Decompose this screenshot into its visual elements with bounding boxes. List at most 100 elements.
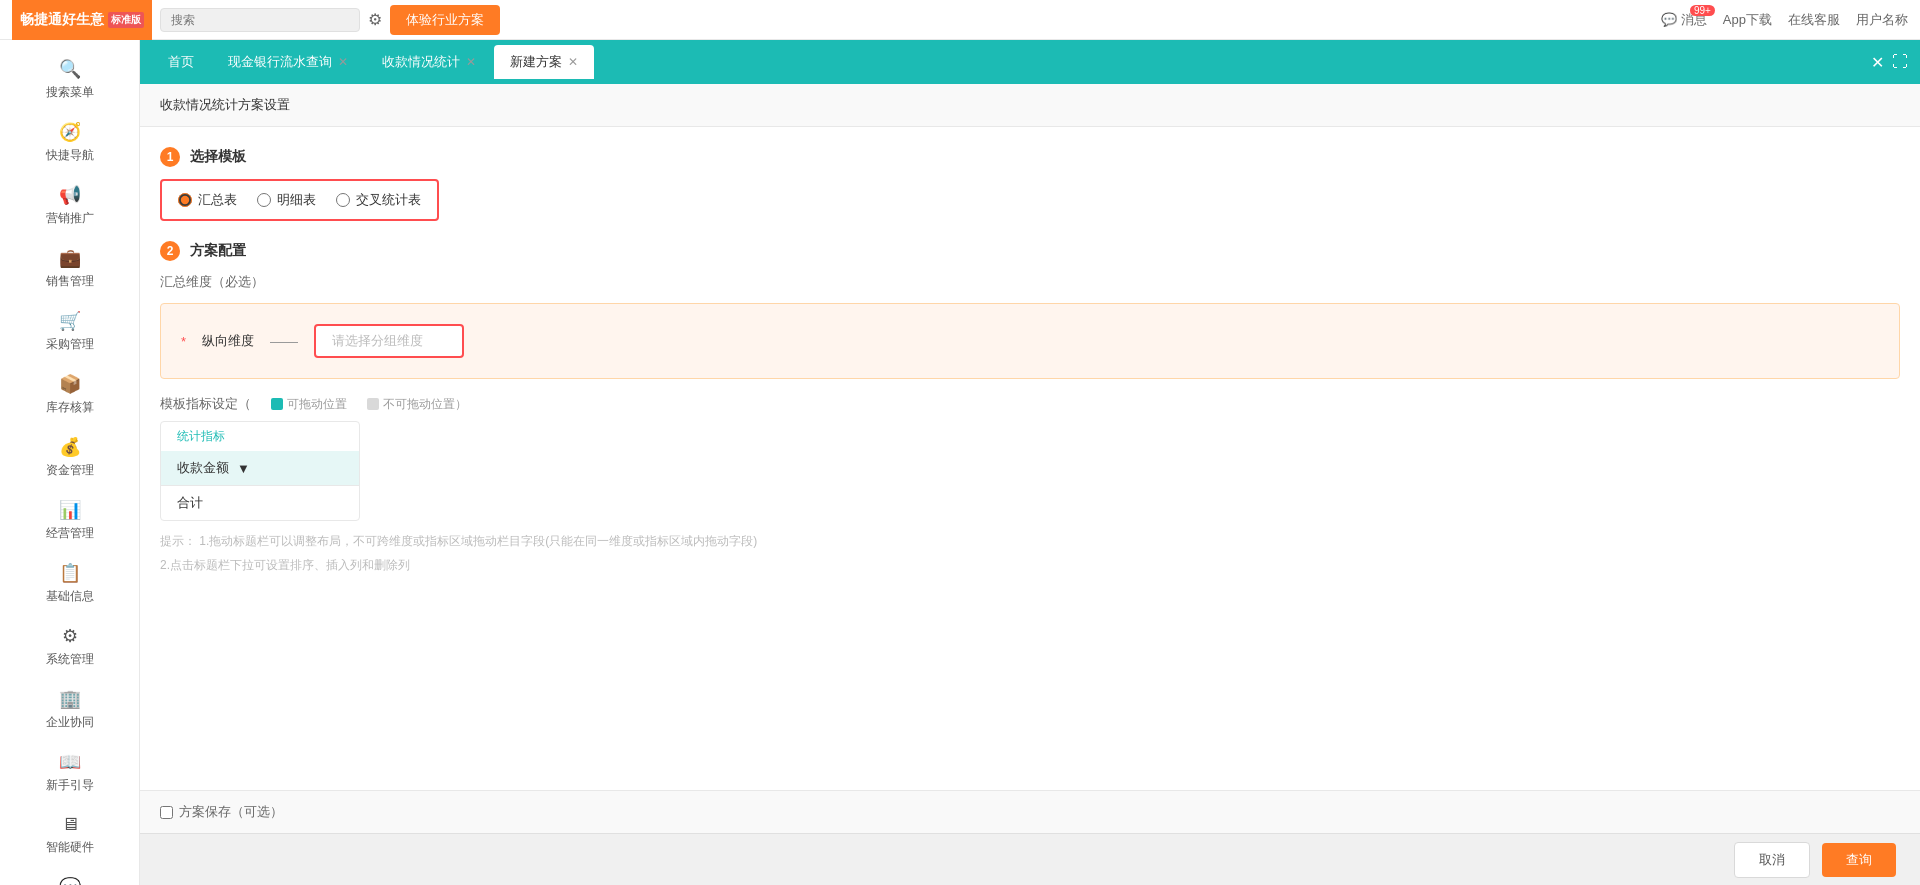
- page-content: 收款情况统计方案设置 1 选择模板 汇总表: [140, 84, 1920, 833]
- save-checkbox[interactable]: [160, 806, 173, 819]
- wechat-icon: 💬: [59, 876, 81, 885]
- logo: 畅捷通好生意 标准版: [12, 0, 152, 40]
- tab-bar: 首页 现金银行流水查询 ✕ 收款情况统计 ✕ 新建方案 ✕ ✕ ⛶: [140, 40, 1920, 84]
- dimension-row: * 纵向维度 —— 请选择分组维度: [181, 324, 1879, 358]
- sidebar-label-search: 搜索菜单: [46, 84, 94, 101]
- tab-close-icon[interactable]: ✕: [1871, 53, 1884, 72]
- tab-receipt[interactable]: 收款情况统计 ✕: [366, 45, 492, 79]
- search-icon: 🔍: [59, 58, 81, 80]
- radio-cross-label: 交叉统计表: [356, 191, 421, 209]
- step2-section: 2 方案配置 汇总维度（必选） * 纵向维度 —— 请选择分组: [160, 241, 1900, 585]
- dimension-select[interactable]: 请选择分组维度: [314, 324, 464, 358]
- metrics-section: 模板指标设定（ 可拖动位置 不可拖动位置） 统计指标: [160, 395, 1900, 521]
- logo-sub: 标准版: [108, 12, 144, 28]
- sidebar-item-corp[interactable]: 🏢 企业协同: [0, 678, 139, 741]
- main-layout: 🔍 搜索菜单 🧭 快捷导航 📢 营销推广 💼 销售管理 🛒 采购管理 📦 库存核…: [0, 40, 1920, 885]
- sidebar-item-hardware[interactable]: 🖥 智能硬件: [0, 804, 139, 866]
- metrics-col-row: 合计: [161, 485, 359, 520]
- sidebar-item-finance[interactable]: 💰 资金管理: [0, 426, 139, 489]
- tab-new-plan-close[interactable]: ✕: [568, 55, 578, 69]
- tab-receipt-close[interactable]: ✕: [466, 55, 476, 69]
- basic-icon: 📋: [59, 562, 81, 584]
- query-button[interactable]: 查询: [1822, 843, 1896, 877]
- save-checkbox-label[interactable]: 方案保存（可选）: [160, 803, 283, 821]
- draggable-label: 可拖动位置: [287, 396, 347, 413]
- sidebar-label-guide: 新手引导: [46, 777, 94, 794]
- sidebar-item-system[interactable]: ⚙ 系统管理: [0, 615, 139, 678]
- dimension-area: * 纵向维度 —— 请选择分组维度: [160, 303, 1900, 379]
- dimension-placeholder: 请选择分组维度: [332, 333, 423, 348]
- system-icon: ⚙: [62, 625, 78, 647]
- radio-detail[interactable]: 明细表: [257, 191, 316, 209]
- sidebar-label-nav: 快捷导航: [46, 147, 94, 164]
- dimension-label: 纵向维度: [202, 332, 254, 350]
- sidebar-label-operation: 经营管理: [46, 525, 94, 542]
- metrics-col-row-text: 合计: [177, 495, 203, 510]
- sidebar-label-marketing: 营销推广: [46, 210, 94, 227]
- radio-cross[interactable]: 交叉统计表: [336, 191, 421, 209]
- operation-icon: 📊: [59, 499, 81, 521]
- sidebar-label-system: 系统管理: [46, 651, 94, 668]
- save-checkbox-text: 方案保存（可选）: [179, 803, 283, 821]
- radio-cross-input[interactable]: [336, 193, 350, 207]
- metrics-col-header-text: 收款金额: [177, 459, 229, 477]
- tab-home[interactable]: 首页: [152, 45, 210, 79]
- metrics-table-area: 统计指标 收款金额 ▼ 合计: [160, 421, 360, 521]
- sidebar-item-search[interactable]: 🔍 搜索菜单: [0, 48, 139, 111]
- guide-icon: 📖: [59, 751, 81, 773]
- hardware-icon: 🖥: [61, 814, 79, 835]
- sidebar-item-inventory[interactable]: 📦 库存核算: [0, 363, 139, 426]
- draggable-indicator: 可拖动位置: [271, 396, 347, 413]
- step2-title: 方案配置: [190, 242, 246, 260]
- radio-summary[interactable]: 汇总表: [178, 191, 237, 209]
- step2-label: 2 方案配置: [160, 241, 1900, 261]
- step1-section: 1 选择模板 汇总表 明细表: [160, 147, 1900, 221]
- content-area: 首页 现金银行流水查询 ✕ 收款情况统计 ✕ 新建方案 ✕ ✕ ⛶: [140, 40, 1920, 885]
- gear-icon[interactable]: ⚙: [368, 10, 382, 29]
- sidebar-item-nav[interactable]: 🧭 快捷导航: [0, 111, 139, 174]
- dimension-required: *: [181, 334, 186, 349]
- cancel-button[interactable]: 取消: [1734, 842, 1810, 878]
- sidebar-item-basic[interactable]: 📋 基础信息: [0, 552, 139, 615]
- step2-number: 2: [160, 241, 180, 261]
- dimension-title: 汇总维度（必选）: [160, 273, 1900, 291]
- tip-1: 提示： 1.拖动标题栏可以调整布局，不可跨维度或指标区域拖动栏目字段(只能在同一…: [160, 529, 1900, 553]
- dimension-arrow: ——: [270, 333, 298, 349]
- metrics-header: 模板指标设定（ 可拖动位置 不可拖动位置）: [160, 395, 1900, 413]
- metrics-label: 统计指标: [161, 422, 359, 445]
- non-draggable-indicator: 不可拖动位置）: [367, 396, 467, 413]
- tab-cashflow-label: 现金银行流水查询: [228, 53, 332, 71]
- sidebar-item-operation[interactable]: 📊 经营管理: [0, 489, 139, 552]
- metrics-col-header[interactable]: 收款金额 ▼: [161, 451, 359, 485]
- inventory-icon: 📦: [59, 373, 81, 395]
- msg-count: 99+: [1690, 5, 1715, 16]
- tab-expand-icon[interactable]: ⛶: [1892, 53, 1908, 71]
- tab-controls: ✕ ⛶: [1871, 53, 1908, 72]
- download-label[interactable]: App下载: [1723, 11, 1772, 29]
- message-area[interactable]: 💬 消息 99+: [1661, 11, 1707, 29]
- tab-new-plan[interactable]: 新建方案 ✕: [494, 45, 594, 79]
- sidebar-item-wechat[interactable]: 💬 企业微信: [0, 866, 139, 885]
- chevron-down-icon: ▼: [237, 461, 250, 476]
- sidebar-item-marketing[interactable]: 📢 营销推广: [0, 174, 139, 237]
- page-header-title: 收款情况统计方案设置: [160, 97, 290, 112]
- search-input[interactable]: [160, 8, 360, 32]
- sidebar-item-purchase[interactable]: 🛒 采购管理: [0, 300, 139, 363]
- template-select-box: 汇总表 明细表 交叉统计表: [160, 179, 439, 221]
- service-label[interactable]: 在线客服: [1788, 11, 1840, 29]
- tab-cashflow[interactable]: 现金银行流水查询 ✕: [212, 45, 364, 79]
- sidebar-item-guide[interactable]: 📖 新手引导: [0, 741, 139, 804]
- drag-dot-active: [271, 398, 283, 410]
- radio-detail-input[interactable]: [257, 193, 271, 207]
- radio-summary-input[interactable]: [178, 193, 192, 207]
- trial-button[interactable]: 体验行业方案: [390, 5, 500, 35]
- user-name[interactable]: 用户名称: [1856, 11, 1908, 29]
- sidebar-item-sales[interactable]: 💼 销售管理: [0, 237, 139, 300]
- corp-icon: 🏢: [59, 688, 81, 710]
- sidebar-label-corp: 企业协同: [46, 714, 94, 731]
- tips-section: 提示： 1.拖动标题栏可以调整布局，不可跨维度或指标区域拖动栏目字段(只能在同一…: [160, 521, 1900, 585]
- page-footer: 方案保存（可选）: [140, 790, 1920, 833]
- step1-number: 1: [160, 147, 180, 167]
- tab-cashflow-close[interactable]: ✕: [338, 55, 348, 69]
- settings-form: 1 选择模板 汇总表 明细表: [140, 127, 1920, 790]
